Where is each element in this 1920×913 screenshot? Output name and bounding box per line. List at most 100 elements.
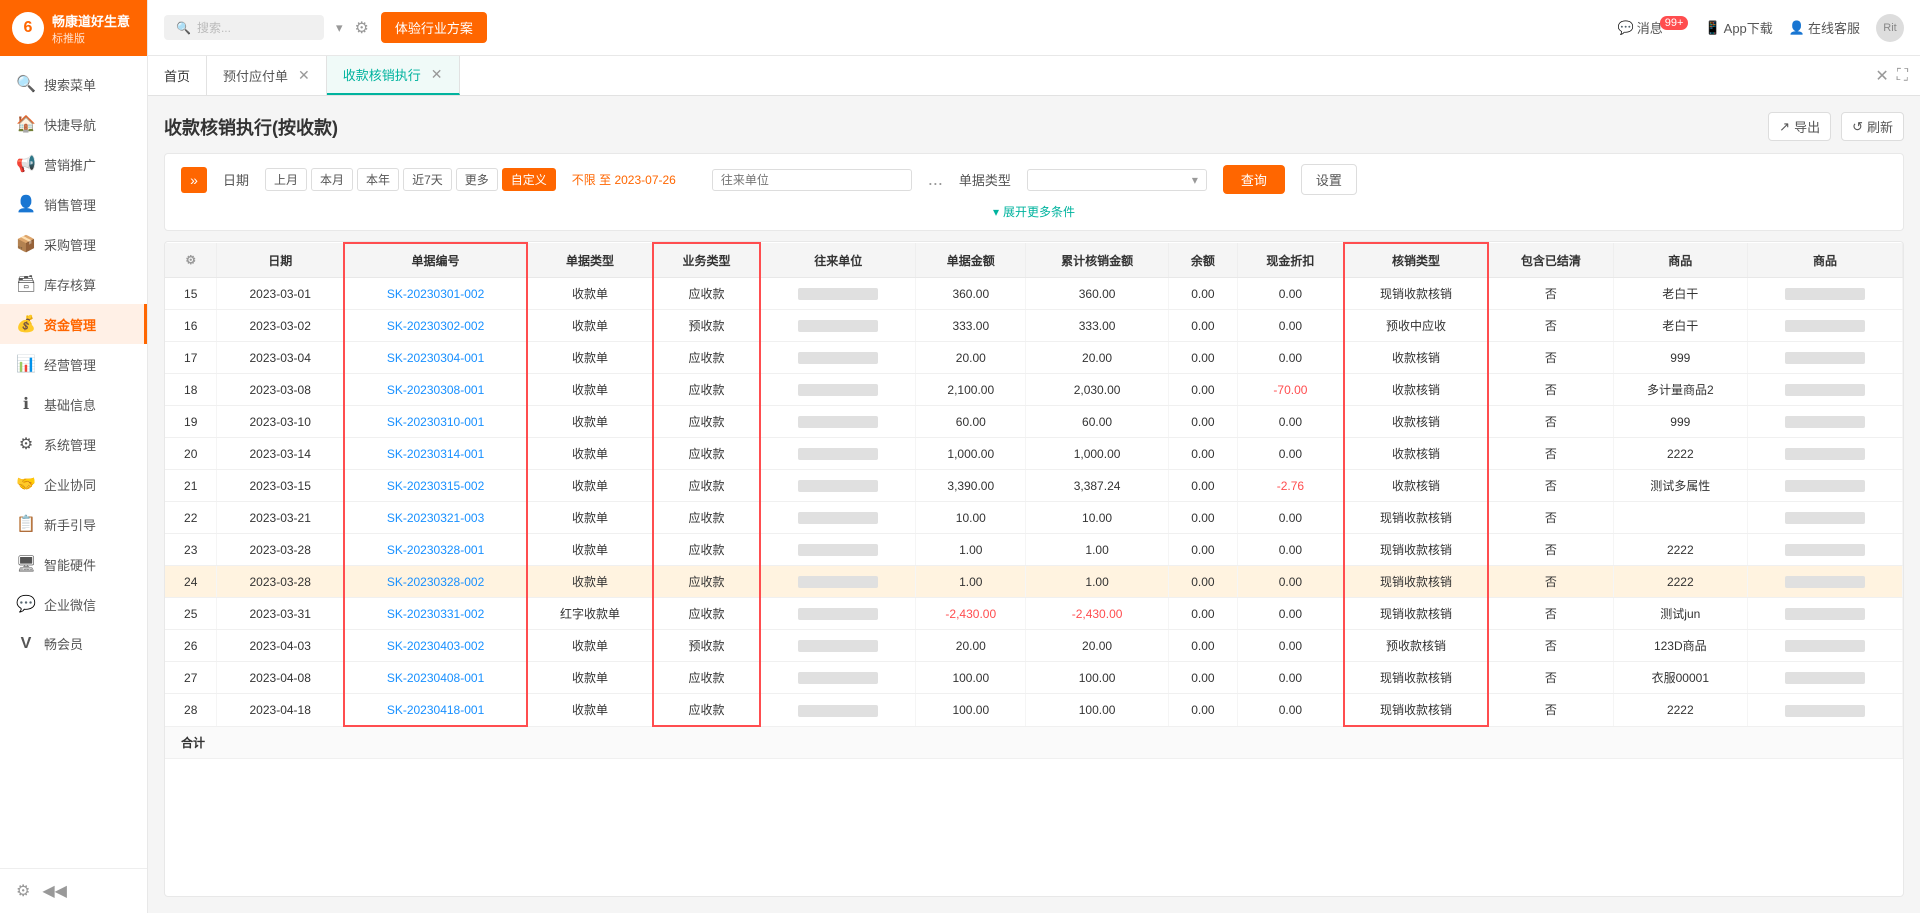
tab-receivable-label: 收款核销执行 xyxy=(343,65,421,84)
tab-payable-close[interactable]: ✕ xyxy=(298,67,310,84)
settings-bottom-btn[interactable]: ⚙ xyxy=(16,881,30,901)
messages-wrap[interactable]: 💬 消息 99+ xyxy=(1618,18,1689,37)
cell-doc-no: SK-20230408-001 xyxy=(344,662,527,694)
sidebar-item-label: 企业微信 xyxy=(44,595,96,614)
sidebar-item-system[interactable]: ⚙ 系统管理 xyxy=(0,424,147,464)
sidebar-item-operations[interactable]: 📊 经营管理 xyxy=(0,344,147,384)
sidebar-item-finance[interactable]: 💰 资金管理 xyxy=(0,304,147,344)
doc-no-link[interactable]: SK-20230302-002 xyxy=(387,319,484,333)
cell-biz-type: 应收款 xyxy=(653,534,760,566)
cell-biz-type: 应收款 xyxy=(653,374,760,406)
doc-no-link[interactable]: SK-20230403-002 xyxy=(387,639,484,653)
sidebar-item-enterprise[interactable]: 🤝 企业协同 xyxy=(0,464,147,504)
cell-doc-no: SK-20230328-002 xyxy=(344,566,527,598)
app-download-wrap[interactable]: 📱 App下载 xyxy=(1704,18,1772,37)
sidebar-item-guide[interactable]: 📋 新手引导 xyxy=(0,504,147,544)
date-btn-this-month[interactable]: 本月 xyxy=(311,168,353,191)
cell-include-settled: 否 xyxy=(1488,534,1613,566)
topbar-chevron-icon[interactable]: ▾ xyxy=(336,20,343,36)
filter-toggle-btn[interactable]: » xyxy=(181,167,207,193)
cell-doc-type: 红字收款单 xyxy=(527,598,653,630)
total-label: 合计 xyxy=(165,726,1903,759)
col-settings[interactable]: ⚙ xyxy=(165,243,217,278)
masked-product2 xyxy=(1785,384,1865,396)
cell-cash-discount: 0.00 xyxy=(1237,310,1344,342)
user-avatar[interactable]: Rit xyxy=(1876,14,1904,42)
query-button[interactable]: 查询 xyxy=(1223,165,1285,194)
total-row: 合计 xyxy=(165,726,1903,759)
cell-product2 xyxy=(1748,470,1903,502)
cell-no: 21 xyxy=(165,470,217,502)
doc-no-link[interactable]: SK-20230308-001 xyxy=(387,383,484,397)
topbar-gear-icon[interactable]: ⚙ xyxy=(355,18,369,38)
masked-partner xyxy=(798,320,878,332)
online-service-wrap[interactable]: 👤 在线客服 xyxy=(1789,18,1860,37)
type-select[interactable]: ▾ xyxy=(1027,169,1207,191)
sidebar-item-member[interactable]: V 畅会员 xyxy=(0,624,147,663)
doc-no-link[interactable]: SK-20230301-002 xyxy=(387,287,484,301)
cell-product: 123D商品 xyxy=(1613,630,1747,662)
date-range-display: 不限 至 2023-07-26 xyxy=(572,171,676,188)
tabbar: 首页 预付应付单 ✕ 收款核销执行 ✕ ✕ ⛶ xyxy=(148,56,1920,96)
sidebar-item-sales[interactable]: 👤 销售管理 xyxy=(0,184,147,224)
doc-no-link[interactable]: SK-20230321-003 xyxy=(387,511,484,525)
sidebar-item-basic[interactable]: ℹ 基础信息 xyxy=(0,384,147,424)
doc-no-link[interactable]: SK-20230315-002 xyxy=(387,479,484,493)
date-btn-more[interactable]: 更多 xyxy=(456,168,498,191)
filter-setting-button[interactable]: 设置 xyxy=(1301,164,1357,195)
tab-home[interactable]: 首页 xyxy=(148,56,207,95)
cell-cash-discount: 0.00 xyxy=(1237,278,1344,310)
doc-no-link[interactable]: SK-20230408-001 xyxy=(387,671,484,685)
tab-close-all-icon[interactable]: ✕ xyxy=(1875,66,1888,86)
doc-no-link[interactable]: SK-20230418-001 xyxy=(387,703,484,717)
cell-product: 衣服00001 xyxy=(1613,662,1747,694)
topbar-search[interactable]: 🔍 搜索... xyxy=(164,15,324,40)
date-btn-7days[interactable]: 近7天 xyxy=(403,168,452,191)
doc-no-link[interactable]: SK-20230328-002 xyxy=(387,575,484,589)
doc-no-link[interactable]: SK-20230314-001 xyxy=(387,447,484,461)
cell-biz-type: 应收款 xyxy=(653,438,760,470)
tab-receivable[interactable]: 收款核销执行 ✕ xyxy=(327,56,460,95)
tab-receivable-close[interactable]: ✕ xyxy=(431,66,443,83)
collapse-btn[interactable]: ◀◀ xyxy=(42,881,67,901)
col-gear-icon[interactable]: ⚙ xyxy=(185,253,196,267)
refresh-button[interactable]: ↺ 刷新 xyxy=(1841,112,1904,141)
doc-no-link[interactable]: SK-20230310-001 xyxy=(387,415,484,429)
cell-include-settled: 否 xyxy=(1488,374,1613,406)
cell-partner xyxy=(760,502,916,534)
sidebar-item-inventory[interactable]: 🗃 库存核算 xyxy=(0,264,147,304)
cell-cash-discount: -70.00 xyxy=(1237,374,1344,406)
expand-more-btn[interactable]: ▾ 展开更多条件 xyxy=(993,203,1075,220)
tab-payable[interactable]: 预付应付单 ✕ xyxy=(207,56,327,95)
tab-expand-icon[interactable]: ⛶ xyxy=(1897,67,1908,85)
cell-offset-type: 预收中应收 xyxy=(1344,310,1488,342)
doc-no-link[interactable]: SK-20230331-002 xyxy=(387,607,484,621)
cell-doc-type: 收款单 xyxy=(527,630,653,662)
partner-input[interactable] xyxy=(712,169,912,191)
cell-product2 xyxy=(1748,534,1903,566)
date-btn-custom[interactable]: 自定义 xyxy=(502,168,556,191)
filter-dots[interactable]: ... xyxy=(928,169,943,190)
sidebar-item-hardware[interactable]: 🖥 智能硬件 xyxy=(0,544,147,584)
cell-amount: 100.00 xyxy=(916,694,1026,727)
sidebar-item-purchase[interactable]: 📦 采购管理 xyxy=(0,224,147,264)
col-date: 日期 xyxy=(217,243,344,278)
doc-no-link[interactable]: SK-20230328-001 xyxy=(387,543,484,557)
sidebar-item-wechat[interactable]: 💬 企业微信 xyxy=(0,584,147,624)
date-btn-last-month[interactable]: 上月 xyxy=(265,168,307,191)
cell-balance: 0.00 xyxy=(1168,406,1237,438)
cell-partner xyxy=(760,406,916,438)
cell-amount: 333.00 xyxy=(916,310,1026,342)
sidebar-item-quicknav[interactable]: 🏠 快捷导航 xyxy=(0,104,147,144)
cell-balance: 0.00 xyxy=(1168,278,1237,310)
date-btn-this-year[interactable]: 本年 xyxy=(357,168,399,191)
solution-button[interactable]: 体验行业方案 xyxy=(381,12,487,43)
wechat-icon: 💬 xyxy=(16,594,36,614)
export-button[interactable]: ↗ 导出 xyxy=(1768,112,1831,141)
sidebar-item-search[interactable]: 🔍 搜索菜单 xyxy=(0,64,147,104)
sidebar-item-marketing[interactable]: 📢 营销推广 xyxy=(0,144,147,184)
cell-product: 测试jun xyxy=(1613,598,1747,630)
doc-no-link[interactable]: SK-20230304-001 xyxy=(387,351,484,365)
cell-biz-type: 预收款 xyxy=(653,630,760,662)
export-icon: ↗ xyxy=(1779,119,1790,135)
